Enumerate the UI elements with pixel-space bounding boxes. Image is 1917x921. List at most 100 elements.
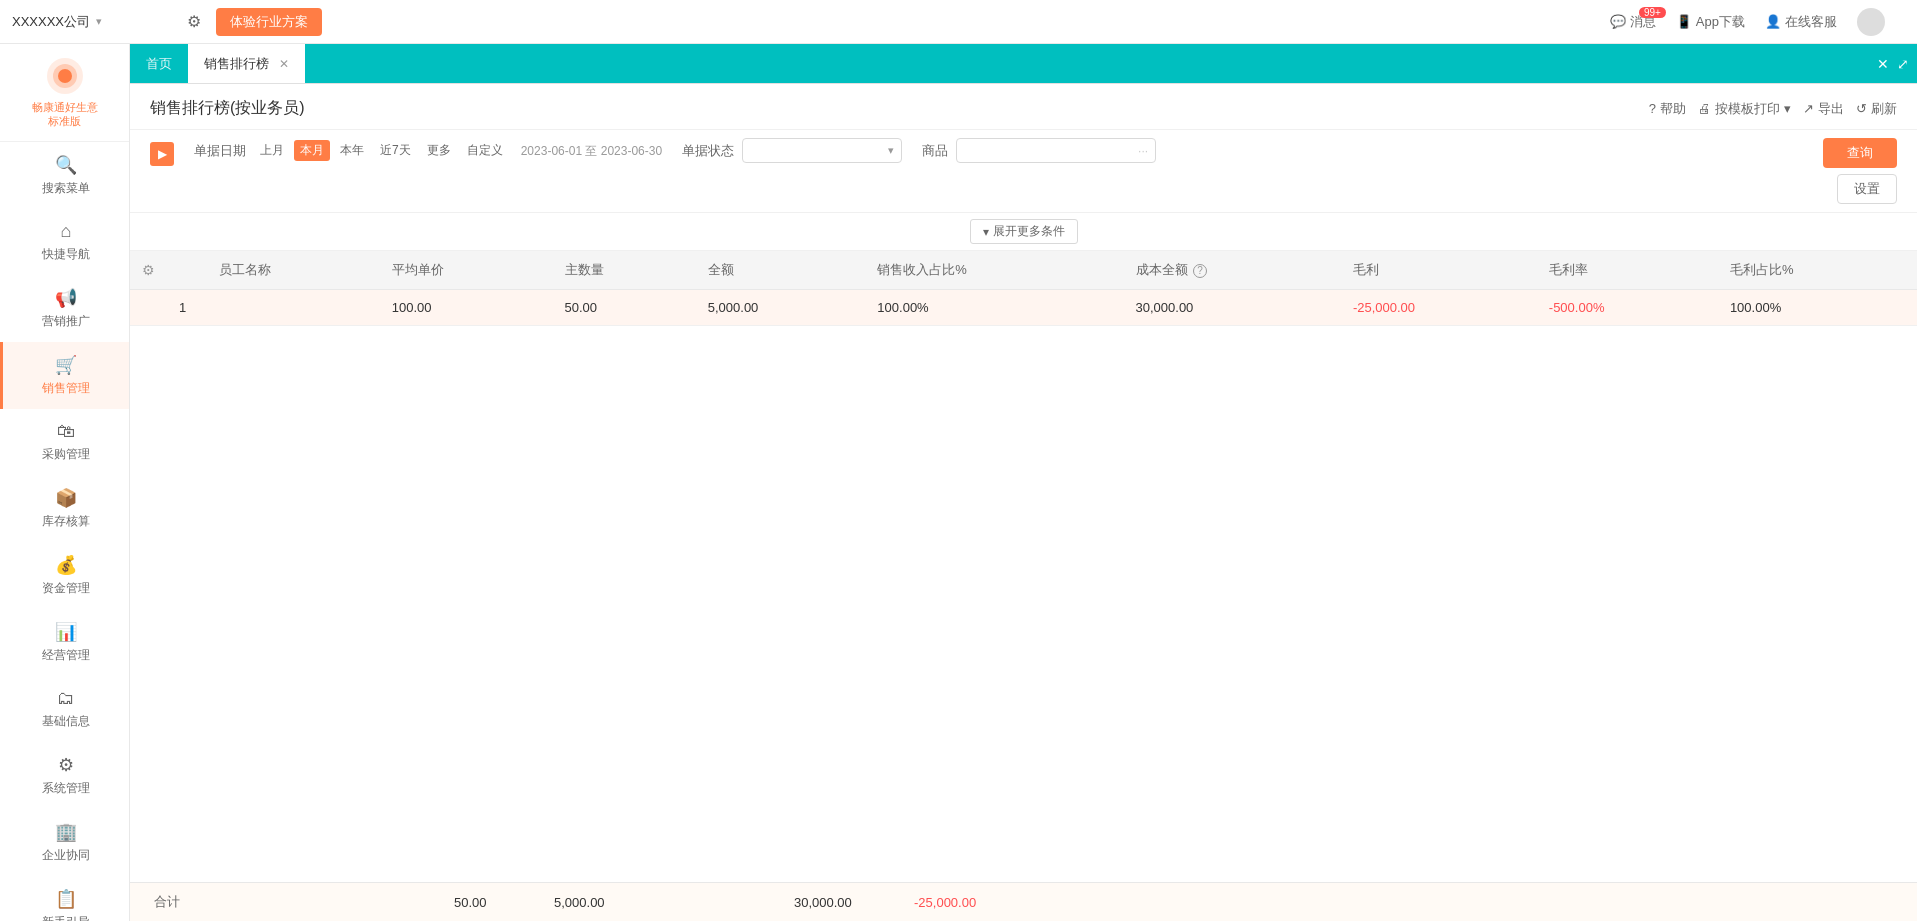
row-gross-ratio: 100.00% bbox=[1718, 290, 1917, 326]
operation-icon: 📊 bbox=[55, 621, 77, 643]
sidebar-item-finance[interactable]: 💰 资金管理 bbox=[0, 542, 129, 609]
sidebar-item-sales[interactable]: 🛒 销售管理 bbox=[0, 342, 129, 409]
filter-row: ▶ 单据日期 上月 本月 本年 近7天 更多 自定义 bbox=[130, 130, 1917, 213]
filter-toggle-btn[interactable]: ▶ bbox=[150, 142, 174, 166]
table-row: 1 100.00 50.00 5,000.00 100.00% 30,000.0… bbox=[130, 290, 1917, 326]
tab-maximize-icon[interactable]: ⤢ bbox=[1897, 56, 1909, 72]
col-gross-rate: 毛利率 bbox=[1537, 251, 1718, 290]
sidebar-item-shortcut[interactable]: ⌂ 快捷导航 bbox=[0, 209, 129, 275]
sidebar-item-system[interactable]: ⚙ 系统管理 bbox=[0, 742, 129, 809]
status-select-wrapper bbox=[742, 138, 902, 163]
refresh-icon: ↺ bbox=[1856, 101, 1867, 116]
sidebar-item-enterprise[interactable]: 🏢 企业协同 bbox=[0, 809, 129, 876]
date-btn-custom[interactable]: 自定义 bbox=[461, 140, 509, 161]
col-rank bbox=[167, 251, 207, 290]
sidebar-item-basic[interactable]: 🗂 基础信息 bbox=[0, 676, 129, 742]
search-icon: 🔍 bbox=[55, 154, 77, 176]
help-icon: ? bbox=[1649, 101, 1656, 116]
settings-btn[interactable]: 设置 bbox=[1837, 174, 1897, 204]
svg-point-2 bbox=[58, 69, 72, 83]
tab-sales-rank-label: 销售排行榜 bbox=[204, 55, 269, 73]
export-button[interactable]: ↗ 导出 bbox=[1803, 100, 1844, 118]
purchase-icon: 🛍 bbox=[57, 421, 75, 442]
logo-icon bbox=[45, 56, 85, 96]
page-title: 销售排行榜(按业务员) bbox=[150, 98, 305, 119]
status-filter-label: 单据状态 bbox=[682, 142, 734, 160]
trial-button[interactable]: 体验行业方案 bbox=[216, 8, 322, 36]
expand-conditions-button[interactable]: ▾ 展开更多条件 bbox=[970, 219, 1078, 244]
footer-gross: -25,000.00 bbox=[902, 895, 1022, 910]
cost-info-icon[interactable]: ? bbox=[1193, 264, 1207, 278]
print-button[interactable]: 🖨 按模板打印 ▾ bbox=[1698, 100, 1791, 118]
inventory-icon: 📦 bbox=[55, 487, 77, 509]
print-icon: 🖨 bbox=[1698, 101, 1711, 116]
sidebar-item-guide[interactable]: 📋 新手引导 bbox=[0, 876, 129, 921]
tab-home-label: 首页 bbox=[146, 55, 172, 73]
tab-close-icon[interactable]: ✕ bbox=[279, 57, 289, 71]
sidebar-item-operation[interactable]: 📊 经营管理 bbox=[0, 609, 129, 676]
company-selector[interactable]: XXXXXX公司 ▾ bbox=[12, 13, 172, 31]
table-header: ⚙ 员工名称 平均单价 主数量 全额 销售收入占比% 成本全额 ? 毛利 bbox=[130, 251, 1917, 290]
filter-row-inner: 单据日期 上月 本月 本年 近7天 更多 自定义 2023-06-01 至 20… bbox=[194, 138, 1803, 163]
col-sales-ratio: 销售收入占比% bbox=[865, 251, 1123, 290]
filter-expand-arrow[interactable]: ▶ bbox=[150, 138, 174, 166]
col-gross-ratio: 毛利占比% bbox=[1718, 251, 1917, 290]
col-employee: 员工名称 bbox=[207, 251, 380, 290]
date-range-text: 2023-06-01 至 2023-06-30 bbox=[521, 144, 662, 158]
tab-bar: 首页 销售排行榜 ✕ ✕ ⤢ bbox=[130, 44, 1917, 84]
help-button[interactable]: ? 帮助 bbox=[1649, 100, 1686, 118]
tab-sales-rank[interactable]: 销售排行榜 ✕ bbox=[188, 44, 305, 83]
date-buttons: 上月 本月 本年 近7天 更多 自定义 bbox=[254, 140, 509, 161]
footer-quantity: 50.00 bbox=[442, 895, 542, 910]
sidebar: 畅康通好生意标准版 🔍 搜索菜单 ⌂ 快捷导航 📢 营销推广 🛒 销售管理 🛍 … bbox=[0, 44, 130, 921]
goods-more-icon[interactable]: ··· bbox=[1138, 144, 1148, 158]
date-btn-more[interactable]: 更多 bbox=[421, 140, 457, 161]
online-service-btn[interactable]: 👤 在线客服 bbox=[1765, 13, 1837, 31]
sidebar-item-search[interactable]: 🔍 搜索菜单 bbox=[0, 142, 129, 209]
sidebar-item-label: 经营管理 bbox=[42, 647, 90, 664]
sidebar-item-label: 快捷导航 bbox=[42, 246, 90, 263]
tab-minimize-icon[interactable]: ✕ bbox=[1877, 56, 1889, 72]
date-btn-this-month[interactable]: 本月 bbox=[294, 140, 330, 161]
tab-home[interactable]: 首页 bbox=[130, 44, 188, 83]
footer-amount: 5,000.00 bbox=[542, 895, 662, 910]
refresh-button[interactable]: ↺ 刷新 bbox=[1856, 100, 1897, 118]
guide-icon: 📋 bbox=[55, 888, 77, 910]
avatar[interactable] bbox=[1857, 8, 1885, 36]
sidebar-item-purchase[interactable]: 🛍 采购管理 bbox=[0, 409, 129, 475]
online-service-label: 在线客服 bbox=[1785, 13, 1837, 31]
logo-text: 畅康通好生意标准版 bbox=[32, 100, 98, 129]
top-header: XXXXXX公司 ▾ ⚙ 体验行业方案 💬 消息 99+ 📱 App下载 👤 在… bbox=[0, 0, 1917, 44]
date-filter-label: 单据日期 bbox=[194, 142, 246, 160]
basic-icon: 🗂 bbox=[57, 688, 75, 709]
finance-icon: 💰 bbox=[55, 554, 77, 576]
print-dropdown-icon: ▾ bbox=[1784, 101, 1791, 116]
content-area: 首页 销售排行榜 ✕ ✕ ⤢ 销售排行榜(按业务员) ? 帮助 bbox=[130, 44, 1917, 921]
settings-icon[interactable]: ⚙ bbox=[180, 8, 208, 36]
sidebar-item-label: 基础信息 bbox=[42, 713, 90, 730]
sales-icon: 🛒 bbox=[55, 354, 77, 376]
page-inner: 销售排行榜(按业务员) ? 帮助 🖨 按模板打印 ▾ ↗ 导出 bbox=[130, 84, 1917, 921]
row-gross-rate: -500.00% bbox=[1537, 290, 1718, 326]
status-select[interactable] bbox=[742, 138, 902, 163]
data-table: ⚙ 员工名称 平均单价 主数量 全额 销售收入占比% 成本全额 ? 毛利 bbox=[130, 251, 1917, 882]
footer-label: 合计 bbox=[142, 893, 342, 911]
page-header-actions: ? 帮助 🖨 按模板打印 ▾ ↗ 导出 ↺ 刷新 bbox=[1649, 100, 1897, 118]
app-download-label: App下载 bbox=[1696, 13, 1745, 31]
sidebar-item-marketing[interactable]: 📢 营销推广 bbox=[0, 275, 129, 342]
goods-filter-group: 商品 ··· bbox=[922, 138, 1156, 163]
sidebar-item-inventory[interactable]: 📦 库存核算 bbox=[0, 475, 129, 542]
date-btn-last-month[interactable]: 上月 bbox=[254, 140, 290, 161]
message-btn[interactable]: 💬 消息 99+ bbox=[1610, 13, 1656, 31]
query-button[interactable]: 查询 bbox=[1823, 138, 1897, 168]
table-footer: 合计 50.00 5,000.00 30,000.00 -25,000.00 bbox=[130, 882, 1917, 921]
chevron-down-icon: ▾ bbox=[983, 225, 989, 239]
col-cost: 成本全额 ? bbox=[1124, 251, 1341, 290]
goods-input[interactable] bbox=[956, 138, 1156, 163]
sidebar-item-label: 新手引导 bbox=[42, 914, 90, 921]
date-btn-7days[interactable]: 近7天 bbox=[374, 140, 417, 161]
sidebar-item-label: 采购管理 bbox=[42, 446, 90, 463]
date-btn-this-year[interactable]: 本年 bbox=[334, 140, 370, 161]
app-download-btn[interactable]: 📱 App下载 bbox=[1676, 13, 1745, 31]
download-icon: 📱 bbox=[1676, 14, 1692, 29]
